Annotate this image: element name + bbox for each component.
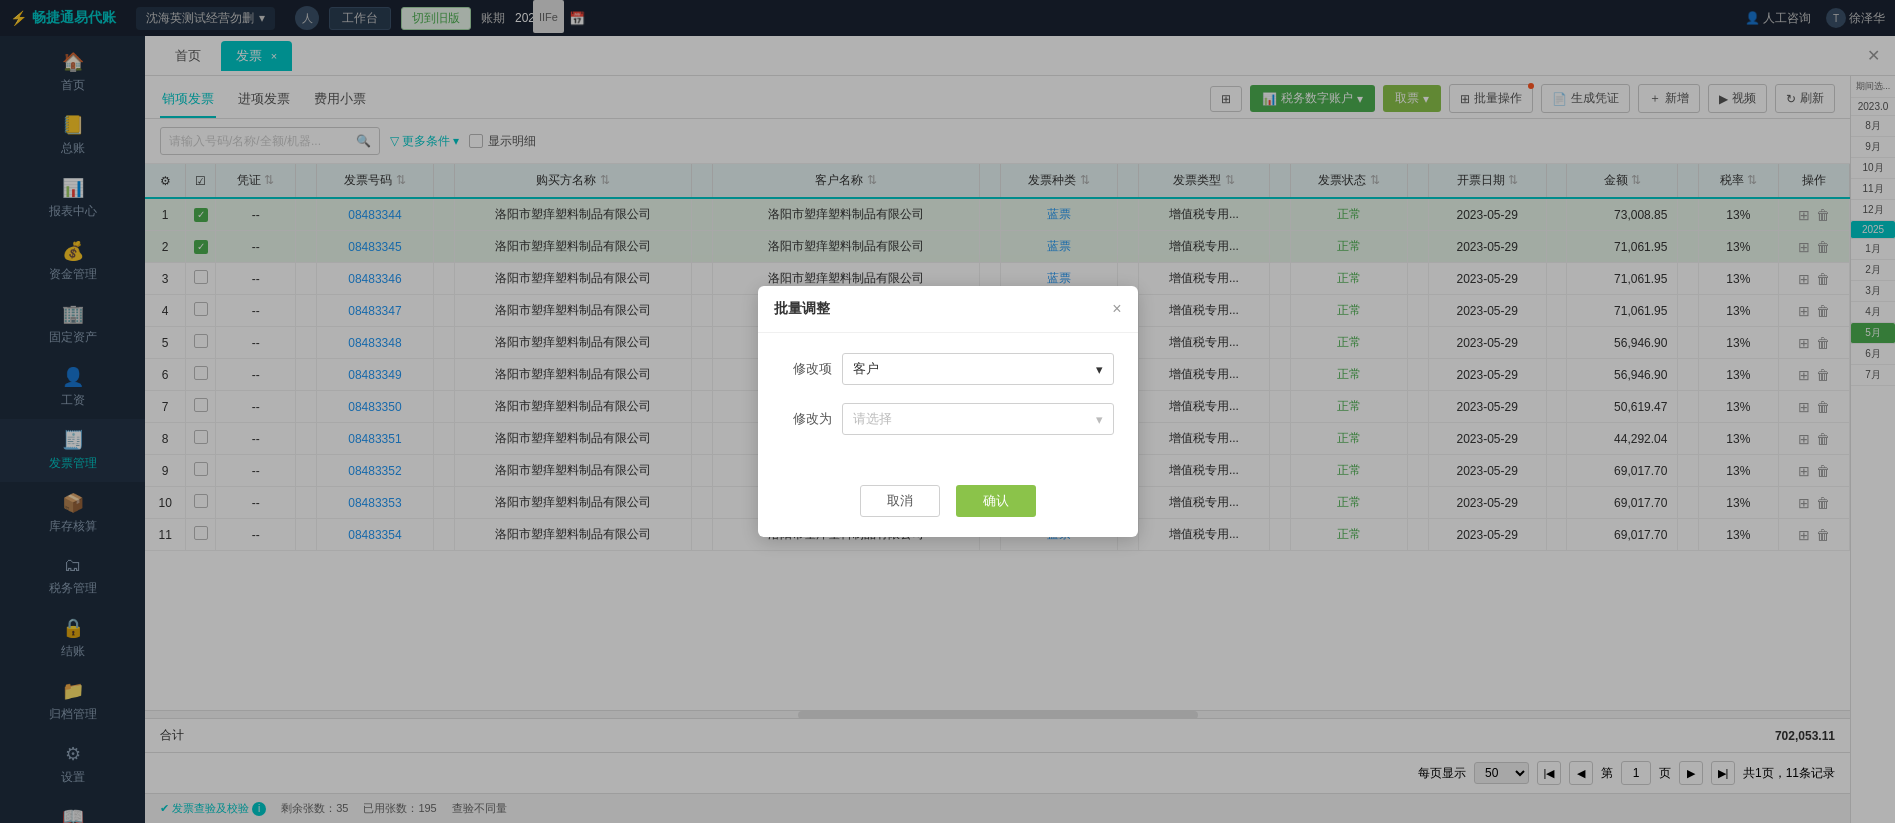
modal-body: 修改项 客户 ▾ 修改为 请选择 ▾ xyxy=(758,333,1138,473)
form-row-field: 修改项 客户 ▾ xyxy=(782,353,1114,385)
change-select[interactable]: 请选择 ▾ xyxy=(842,403,1114,435)
modal-overlay: 批量调整 × 修改项 客户 ▾ 修改为 请选择 ▾ 取消 确认 xyxy=(0,0,1895,823)
batch-adjust-modal: 批量调整 × 修改项 客户 ▾ 修改为 请选择 ▾ 取消 确认 xyxy=(758,286,1138,537)
field-select[interactable]: 客户 ▾ xyxy=(842,353,1114,385)
form-row-change: 修改为 请选择 ▾ xyxy=(782,403,1114,435)
field-label: 修改项 xyxy=(782,360,832,378)
cancel-button[interactable]: 取消 xyxy=(860,485,940,517)
modal-footer: 取消 确认 xyxy=(758,473,1138,537)
modal-title: 批量调整 xyxy=(774,300,830,318)
modal-close-button[interactable]: × xyxy=(1112,300,1121,318)
modal-header: 批量调整 × xyxy=(758,286,1138,333)
confirm-button[interactable]: 确认 xyxy=(956,485,1036,517)
chevron-down-icon: ▾ xyxy=(1096,362,1103,377)
change-label: 修改为 xyxy=(782,410,832,428)
chevron-down-icon: ▾ xyxy=(1096,412,1103,427)
